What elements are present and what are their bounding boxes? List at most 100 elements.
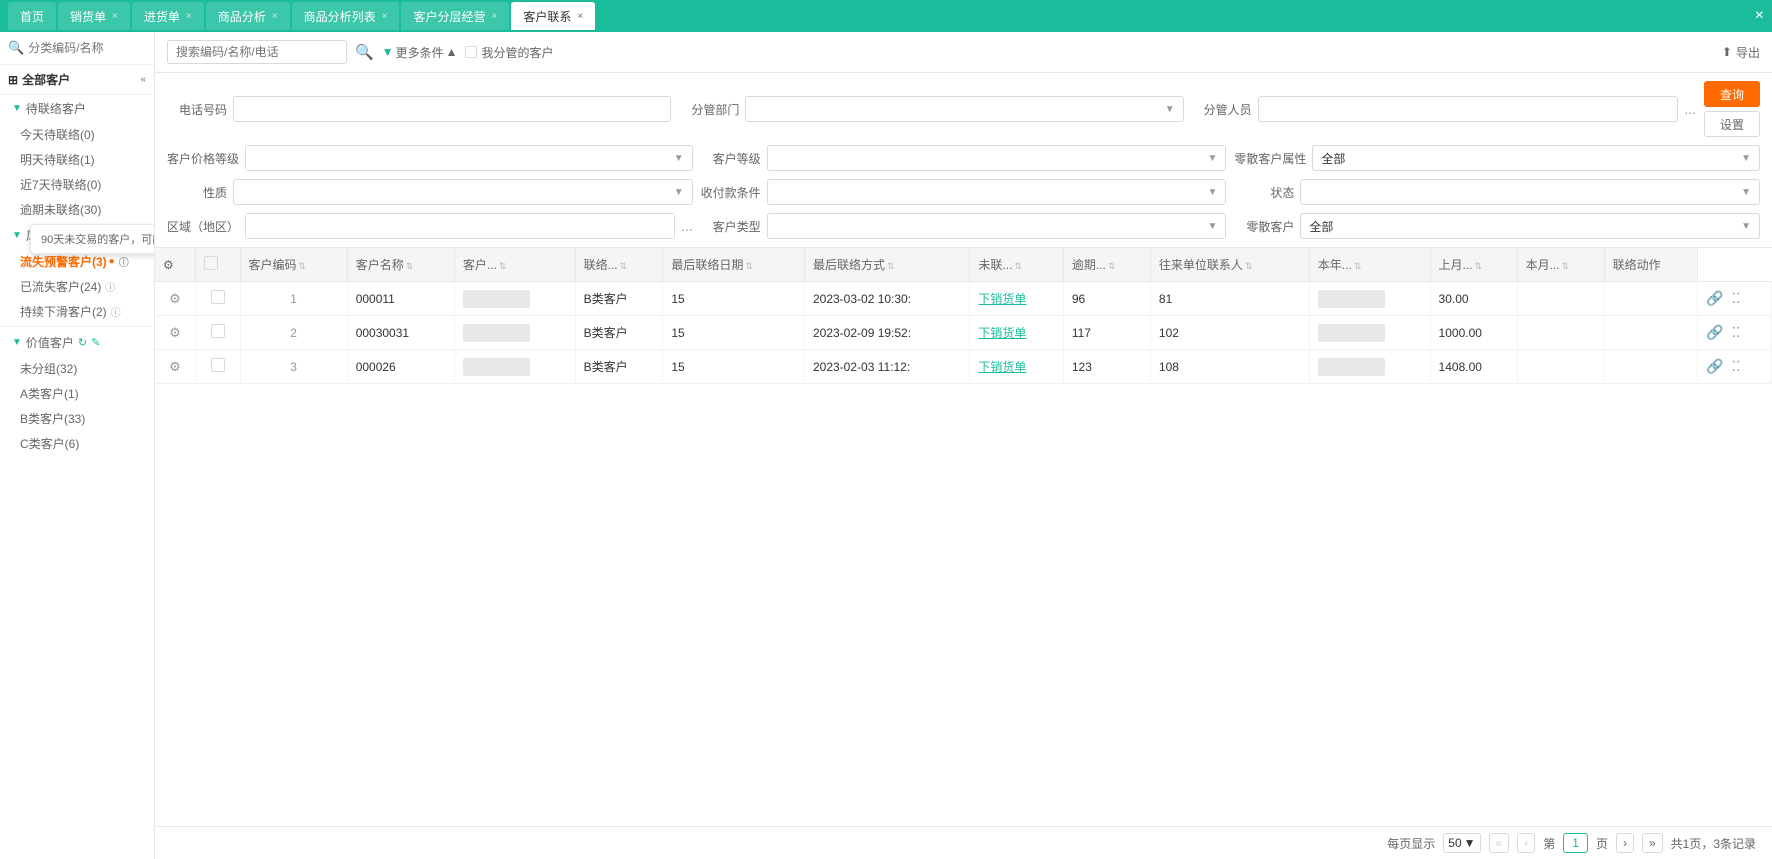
row-checkbox-3[interactable] (211, 358, 225, 372)
retail-attr-select[interactable]: 全部 ▼ (1312, 145, 1760, 171)
tab-customer-tier-close[interactable]: × (491, 11, 497, 22)
th-last-method[interactable]: 最后联络方式⇅ (804, 248, 969, 282)
dept-select[interactable]: ▼ (745, 96, 1183, 122)
sidebar-item-declining[interactable]: 持续下滑客户(2) ⓘ (0, 299, 154, 324)
tab-customer-tier[interactable]: 客户分层经营 × (401, 2, 509, 30)
value-edit-icon[interactable]: ✎ (91, 336, 100, 349)
td-gear-2[interactable]: ⚙ (155, 316, 195, 350)
contact-action-icon-1[interactable]: 🔗 (1706, 290, 1723, 307)
section-pending-contact[interactable]: ▼ 待联络客户 (0, 95, 154, 122)
th-checkbox[interactable] (195, 248, 240, 282)
value-refresh-icon[interactable]: ↻ (78, 336, 87, 349)
th-type[interactable]: 客户...⇅ (454, 248, 575, 282)
status-select[interactable]: ▼ (1300, 179, 1760, 205)
sidebar-item-tomorrow[interactable]: 明天待联络(1) (0, 147, 154, 172)
th-code[interactable]: 客户编码⇅ (240, 248, 347, 282)
more-action-icon-3[interactable]: ⁚⁚ (1732, 358, 1741, 375)
sidebar-item-ungrouped[interactable]: 未分组(32) (0, 356, 154, 381)
th-contact[interactable]: 联络...⇅ (575, 248, 663, 282)
th-last-month[interactable]: 上月...⇅ (1430, 248, 1517, 282)
last-method-2[interactable]: 下销货单 (978, 326, 1026, 340)
settings-button[interactable]: 设置 (1704, 111, 1760, 137)
td-checkbox-2[interactable] (195, 316, 240, 350)
collapse-icon[interactable]: « (140, 74, 146, 85)
churn-info-icon[interactable]: ⓘ (119, 254, 129, 269)
td-gear-3[interactable]: ⚙ (155, 350, 195, 384)
all-customers-header[interactable]: ⊞ 全部客户 « (0, 65, 154, 95)
filter-search-input[interactable] (167, 40, 347, 64)
row-checkbox-1[interactable] (211, 290, 225, 304)
person-select[interactable] (1258, 96, 1679, 122)
more-conditions-button[interactable]: ▼ 更多条件 ▲ (382, 44, 458, 61)
query-button[interactable]: 查询 (1704, 81, 1760, 107)
export-button[interactable]: ⬆ 导出 (1722, 44, 1760, 61)
th-contact-person[interactable]: 往来单位联系人⇅ (1150, 248, 1309, 282)
th-this-year[interactable]: 本年...⇅ (1309, 248, 1430, 282)
payment-select[interactable]: ▼ (767, 179, 1227, 205)
last-method-1[interactable]: 下销货单 (978, 292, 1026, 306)
tab-analysis-list[interactable]: 商品分析列表 × (292, 2, 400, 30)
th-last-date[interactable]: 最后联络日期⇅ (663, 248, 805, 282)
status-arrow: ▼ (1741, 187, 1751, 198)
last-page-button[interactable]: » (1642, 833, 1663, 853)
select-all-checkbox[interactable] (204, 256, 218, 270)
more-action-icon-2[interactable]: ⁚⁚ (1732, 324, 1741, 341)
row-checkbox-2[interactable] (211, 324, 225, 338)
tab-sales-close[interactable]: × (112, 11, 118, 22)
sidebar-search-area: 🔍 (0, 32, 154, 65)
tab-analysis-close[interactable]: × (272, 11, 278, 22)
section-value-customers[interactable]: ▼ 价值客户 ↻ ✎ (0, 329, 154, 356)
tab-analysis-list-close[interactable]: × (382, 11, 388, 22)
sidebar-item-class-c[interactable]: C类客户(6) (0, 431, 154, 456)
th-unlisted[interactable]: 未联...⇅ (970, 248, 1063, 282)
per-page-select[interactable]: 50 ▼ (1443, 833, 1480, 853)
price-level-select[interactable]: ▼ (245, 145, 693, 171)
sidebar-item-class-b[interactable]: B类客户(33) (0, 406, 154, 431)
more-action-icon-1[interactable]: ⁚⁚ (1732, 290, 1741, 307)
person-more-btn[interactable]: ... (1684, 101, 1696, 117)
sidebar-item-today[interactable]: 今天待联络(0) (0, 122, 154, 147)
next-page-button[interactable]: › (1616, 833, 1634, 853)
payment-label: 收付款条件 (701, 184, 761, 201)
filter-cell-dept: 分管部门 ▼ (679, 96, 1183, 122)
sidebar-item-class-a[interactable]: A类客户(1) (0, 381, 154, 406)
region-more-btn[interactable]: ... (681, 218, 693, 234)
first-page-button[interactable]: « (1489, 833, 1510, 853)
tab-home[interactable]: 首页 (8, 2, 56, 30)
tab-analysis[interactable]: 商品分析 × (206, 2, 290, 30)
retail-select[interactable]: 全部 ▼ (1300, 213, 1760, 239)
td-checkbox-1[interactable] (195, 282, 240, 316)
sidebar-item-overdue[interactable]: 逾期未联络(30) (0, 197, 154, 222)
tab-customer-contact[interactable]: 客户联系 × (511, 2, 595, 30)
filter-cell-region: 区域（地区） ... (167, 213, 693, 239)
phone-input[interactable] (233, 96, 671, 122)
tab-customer-contact-close[interactable]: × (577, 11, 583, 22)
churned-info-icon[interactable]: ⓘ (105, 279, 115, 294)
tab-purchase[interactable]: 进货单 × (132, 2, 204, 30)
tab-purchase-close[interactable]: × (186, 11, 192, 22)
last-method-3[interactable]: 下销货单 (978, 360, 1026, 374)
th-overdue[interactable]: 逾期...⇅ (1063, 248, 1150, 282)
region-input[interactable] (245, 213, 675, 239)
td-gear-1[interactable]: ⚙ (155, 282, 195, 316)
th-name[interactable]: 客户名称⇅ (347, 248, 454, 282)
prev-page-button[interactable]: ‹ (1517, 833, 1535, 853)
sidebar-item-7days[interactable]: 近7天待联络(0) (0, 172, 154, 197)
contact-action-icon-3[interactable]: 🔗 (1706, 358, 1723, 375)
th-this-month[interactable]: 本月...⇅ (1517, 248, 1604, 282)
customer-level-select[interactable]: ▼ (767, 145, 1227, 171)
filter-search-button[interactable]: 🔍 (355, 43, 374, 61)
my-customers-checkbox-area[interactable]: 我分管的客户 (465, 44, 553, 61)
my-customers-checkbox[interactable] (465, 46, 477, 58)
customer-type-select[interactable]: ▼ (767, 213, 1227, 239)
tab-sales[interactable]: 销货单 × (58, 2, 130, 30)
th-gear[interactable]: ⚙ (155, 248, 195, 282)
sidebar-search-input[interactable] (28, 41, 155, 55)
section-risk-customers[interactable]: ▼ 风险客户 90天未交易的客户，可能有流失风险。 (0, 222, 154, 249)
window-close-button[interactable]: × (1755, 7, 1764, 25)
contact-action-icon-2[interactable]: 🔗 (1706, 324, 1723, 341)
nature-select[interactable]: ▼ (233, 179, 693, 205)
td-checkbox-3[interactable] (195, 350, 240, 384)
sidebar-item-churned[interactable]: 已流失客户(24) ⓘ (0, 274, 154, 299)
declining-info-icon[interactable]: ⓘ (111, 304, 121, 319)
